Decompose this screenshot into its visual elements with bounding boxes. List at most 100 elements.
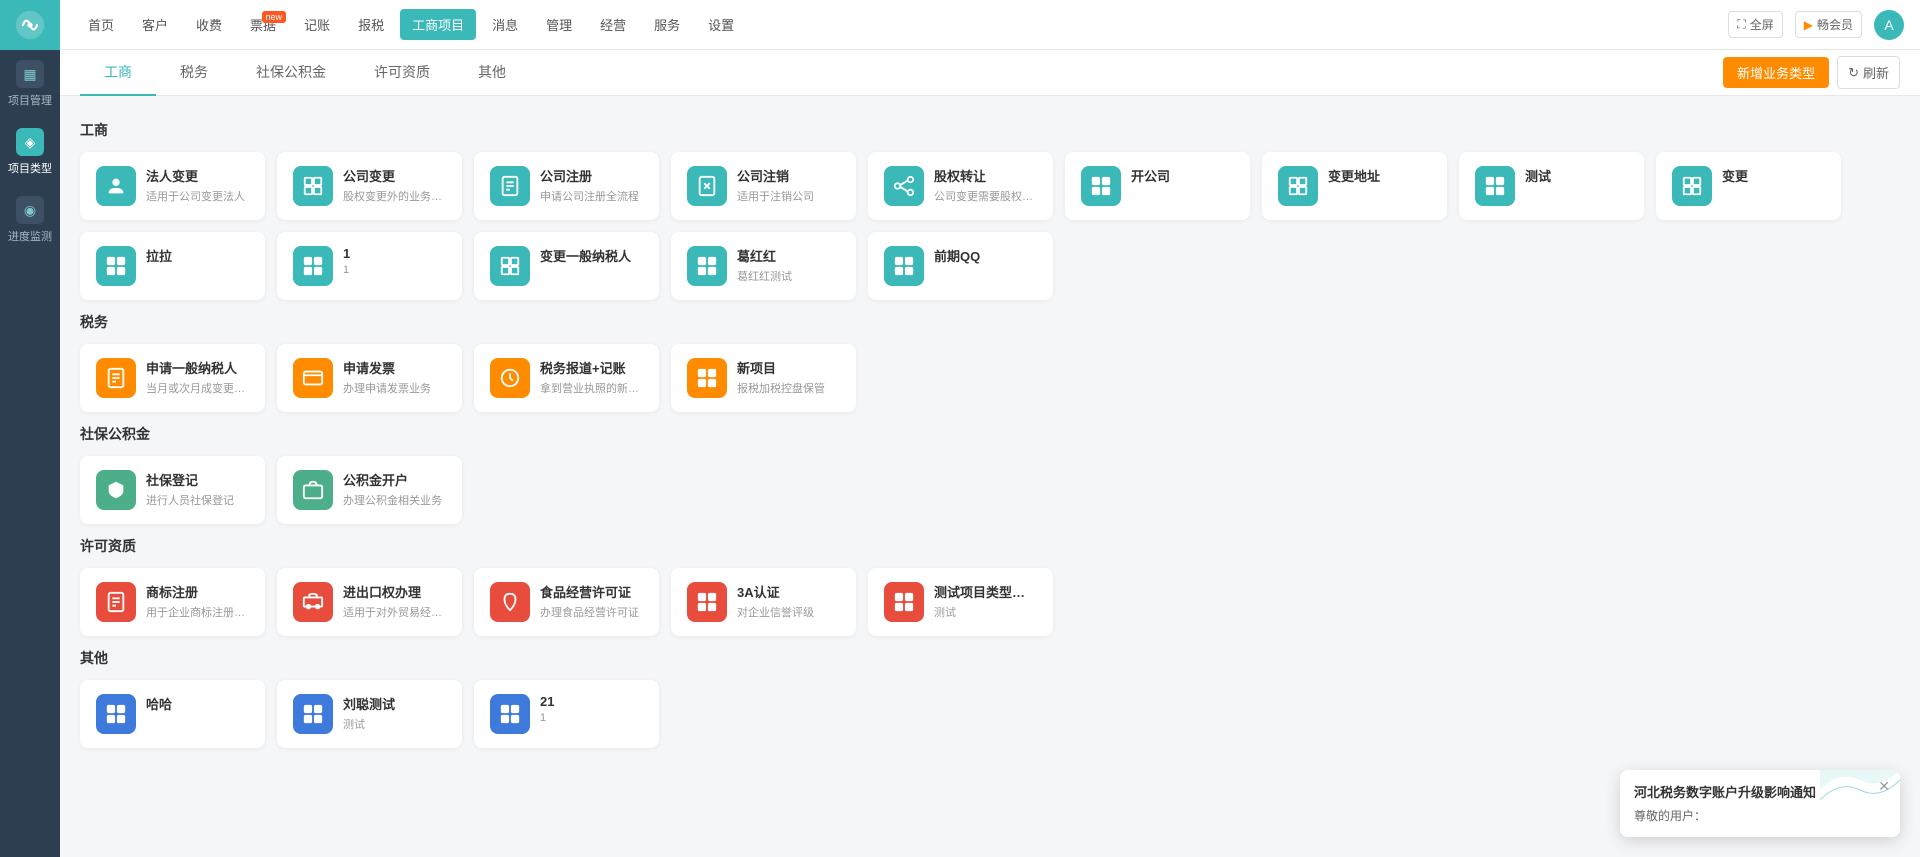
tab-shebao[interactable]: 社保公积金 [232, 50, 350, 96]
tabs-bar: 工商 税务 社保公积金 许可资质 其他 新增业务类型 ↻ 刷新 [60, 50, 1920, 96]
service-card-c12[interactable]: 变更一般纳税人 [474, 232, 659, 300]
nav-service[interactable]: 服务 [642, 9, 692, 40]
service-card-x5[interactable]: 测试项目类型目定义 测试 [868, 568, 1053, 636]
service-card-t3[interactable]: 税务报道+记账 拿到营业执照的新公司 [474, 344, 659, 412]
card-text-c3: 公司注册 申请公司注册全流程 [540, 166, 643, 204]
service-card-c13[interactable]: 葛红红 葛红红测试 [671, 232, 856, 300]
cards-grid-xuke: 商标注册 用于企业商标注册服务 进出口权办理 适用于对外贸易经营者 食品经营许可… [80, 568, 1900, 636]
nav-tax[interactable]: 报税 [346, 9, 396, 40]
nav-message[interactable]: 消息 [480, 9, 530, 40]
card-icon-t2 [293, 358, 333, 398]
card-desc-x2: 适用于对外贸易经营者 [343, 604, 446, 620]
card-desc-q2: 测试 [343, 716, 446, 732]
tab-gongshang[interactable]: 工商 [80, 50, 156, 96]
card-icon-c5 [884, 166, 924, 206]
nav-bizproject[interactable]: 工商项目 [400, 9, 476, 40]
card-icon-c10 [96, 246, 136, 286]
card-desc-q3: 1 [540, 712, 643, 724]
service-card-c8[interactable]: 测试 [1459, 152, 1644, 220]
tab-qita[interactable]: 其他 [454, 50, 530, 96]
nav-billing[interactable]: 收费 [184, 9, 234, 40]
service-card-x1[interactable]: 商标注册 用于企业商标注册服务 [80, 568, 265, 636]
service-card-c6[interactable]: 开公司 [1065, 152, 1250, 220]
sidebar-item-progress[interactable]: ◉ 进度监测 [0, 186, 60, 254]
card-icon-c14 [884, 246, 924, 286]
card-title-c9: 变更 [1722, 166, 1825, 185]
service-card-c11[interactable]: 1 1 [277, 232, 462, 300]
service-card-t2[interactable]: 申请发票 办理申请发票业务 [277, 344, 462, 412]
service-card-c4[interactable]: 公司注销 适用于注销公司 [671, 152, 856, 220]
card-text-c11: 1 1 [343, 246, 446, 276]
card-icon-c1 [96, 166, 136, 206]
card-text-t3: 税务报道+记账 拿到营业执照的新公司 [540, 358, 643, 396]
service-card-c9[interactable]: 变更 [1656, 152, 1841, 220]
card-text-c4: 公司注销 适用于注销公司 [737, 166, 840, 204]
service-card-x4[interactable]: 3A认证 对企业信誉评级 [671, 568, 856, 636]
sidebar-logo[interactable] [0, 0, 60, 50]
sidebar-item-project-mgmt[interactable]: ▦ 项目管理 [0, 50, 60, 118]
service-card-q2[interactable]: 刘聪测试 测试 [277, 680, 462, 748]
service-card-c10[interactable]: 拉拉 [80, 232, 265, 300]
card-title-c2: 公司变更 [343, 166, 446, 185]
service-card-c2[interactable]: 公司变更 股权变更外的业务变更 [277, 152, 462, 220]
card-title-q2: 刘聪测试 [343, 694, 446, 713]
card-title-c13: 葛红红 [737, 246, 840, 265]
cards-grid-shebao: 社保登记 进行人员社保登记 公积金开户 办理公积金相关业务 [80, 456, 1900, 524]
service-card-c3[interactable]: 公司注册 申请公司注册全流程 [474, 152, 659, 220]
service-card-s2[interactable]: 公积金开户 办理公积金相关业务 [277, 456, 462, 524]
service-card-t1[interactable]: 申请一般纳税人 当月或次月成变更完成 [80, 344, 265, 412]
cards-grid-gongshang: 法人变更 适用于公司变更法人 公司变更 股权变更外的业务变更 公司注册 申请公司… [80, 152, 1900, 300]
card-icon-c7 [1278, 166, 1318, 206]
card-text-q2: 刘聪测试 测试 [343, 694, 446, 732]
refresh-button[interactable]: ↻ 刷新 [1837, 56, 1900, 89]
card-icon-q2 [293, 694, 333, 734]
service-card-s1[interactable]: 社保登记 进行人员社保登记 [80, 456, 265, 524]
card-desc-x3: 办理食品经营许可证 [540, 604, 643, 620]
member-button[interactable]: ▶ 畅会员 [1795, 11, 1862, 38]
card-icon-x2 [293, 582, 333, 622]
service-card-x2[interactable]: 进出口权办理 适用于对外贸易经营者 [277, 568, 462, 636]
card-title-q3: 21 [540, 694, 643, 709]
card-text-t1: 申请一般纳税人 当月或次月成变更完成 [146, 358, 249, 396]
card-title-c8: 测试 [1525, 166, 1628, 185]
service-card-c5[interactable]: 股权转让 公司变更需要股权转让 [868, 152, 1053, 220]
card-desc-s2: 办理公积金相关业务 [343, 492, 446, 508]
avatar[interactable]: A [1874, 10, 1904, 40]
service-card-c14[interactable]: 前期QQ [868, 232, 1053, 300]
service-card-q3[interactable]: 21 1 [474, 680, 659, 748]
card-text-s2: 公积金开户 办理公积金相关业务 [343, 470, 446, 508]
card-text-c9: 变更 [1722, 166, 1825, 188]
sidebar-item-project-type[interactable]: ◈ 项目类型 [0, 118, 60, 186]
card-text-c6: 开公司 [1131, 166, 1234, 188]
card-title-x2: 进出口权办理 [343, 582, 446, 601]
card-title-t2: 申请发票 [343, 358, 446, 377]
nav-customer[interactable]: 客户 [130, 9, 180, 40]
tabs-list: 工商 税务 社保公积金 许可资质 其他 [80, 50, 530, 96]
card-text-c10: 拉拉 [146, 246, 249, 268]
service-card-x3[interactable]: 食品经营许可证 办理食品经营许可证 [474, 568, 659, 636]
fullscreen-button[interactable]: ⛶ 全屏 [1728, 11, 1782, 38]
nav-operation[interactable]: 经营 [588, 9, 638, 40]
service-card-c1[interactable]: 法人变更 适用于公司变更法人 [80, 152, 265, 220]
new-type-button[interactable]: 新增业务类型 [1723, 57, 1829, 88]
nav-accounting[interactable]: 记账 [292, 9, 342, 40]
card-icon-x3 [490, 582, 530, 622]
service-card-t4[interactable]: 新项目 报税加税控盘保管 [671, 344, 856, 412]
card-text-s1: 社保登记 进行人员社保登记 [146, 470, 249, 508]
card-desc-x5: 测试 [934, 604, 1037, 620]
card-desc-c1: 适用于公司变更法人 [146, 188, 249, 204]
card-desc-t3: 拿到营业执照的新公司 [540, 380, 643, 396]
nav-home[interactable]: 首页 [76, 9, 126, 40]
card-text-c7: 变更地址 [1328, 166, 1431, 188]
tab-xuke[interactable]: 许可资质 [350, 50, 454, 96]
service-card-q1[interactable]: 哈哈 [80, 680, 265, 748]
nav-settings[interactable]: 设置 [696, 9, 746, 40]
tab-shuiwu[interactable]: 税务 [156, 50, 232, 96]
card-title-t3: 税务报道+记账 [540, 358, 643, 377]
nav-invoice[interactable]: 票据 new [238, 9, 288, 40]
card-icon-t4 [687, 358, 727, 398]
sidebar-item-label: 进度监测 [8, 228, 52, 244]
service-card-c7[interactable]: 变更地址 [1262, 152, 1447, 220]
nav-manage[interactable]: 管理 [534, 9, 584, 40]
refresh-icon: ↻ [1848, 65, 1859, 81]
